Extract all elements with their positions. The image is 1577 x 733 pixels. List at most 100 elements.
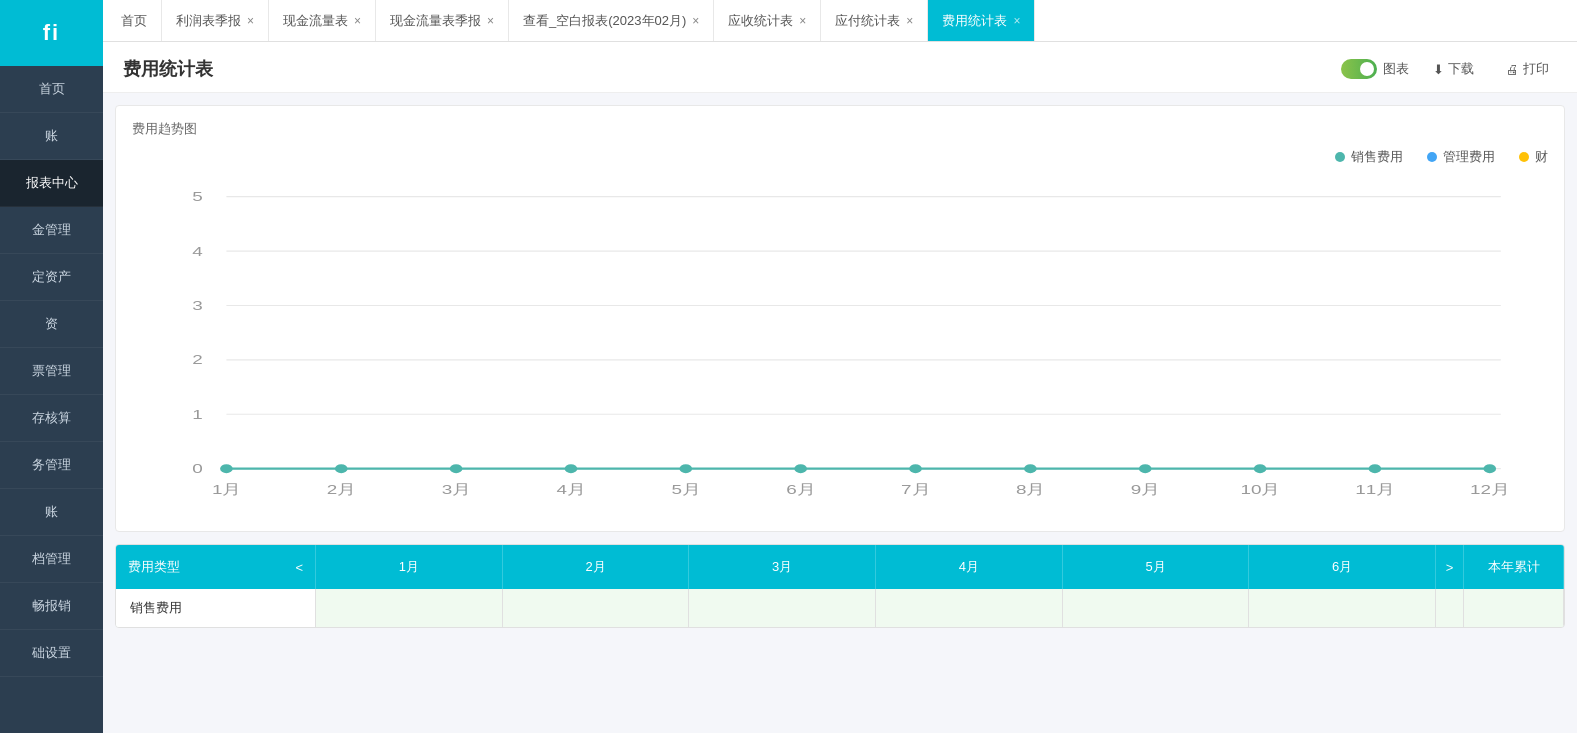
tab-receivable[interactable]: 应收统计表 × [714,0,821,41]
download-icon: ⬇ [1433,62,1444,77]
table-header-month1: 1月 [316,545,503,589]
svg-text:7月: 7月 [901,481,930,496]
sidebar-item-archive[interactable]: 档管理 [0,536,103,583]
table-header-month2: 2月 [503,545,690,589]
legend-finance: 财 [1519,148,1548,166]
svg-text:11月: 11月 [1355,481,1394,496]
chart-toggle[interactable] [1341,59,1377,79]
sidebar-item-investment[interactable]: 资 [0,301,103,348]
table-body: 销售费用 [116,589,1564,627]
logo: fi [0,0,103,66]
tab-close-cashflow-quarter[interactable]: × [487,14,494,28]
table-header-month4: 4月 [876,545,1063,589]
svg-point-27 [565,464,578,473]
tab-close-receivable[interactable]: × [799,14,806,28]
svg-text:9月: 9月 [1131,481,1160,496]
tab-close-expense-stats[interactable]: × [1013,14,1020,28]
table-nav-prev-icon[interactable]: < [295,560,303,575]
download-button[interactable]: ⬇ 下载 [1425,56,1482,82]
tab-cashflow[interactable]: 现金流量表 × [269,0,376,41]
data-table: 费用类型 < 1月 2月 3月 4月 5月 6月 > 本年累计 销售费用 [115,544,1565,628]
tab-close-cashflow[interactable]: × [354,14,361,28]
svg-text:5月: 5月 [671,481,700,496]
table-header-month6: 6月 [1249,545,1436,589]
table-header-month5: 5月 [1063,545,1250,589]
tab-profit-quarter[interactable]: 利润表季报 × [162,0,269,41]
sidebar-item-inventory[interactable]: 存核算 [0,395,103,442]
sidebar-item-services[interactable]: 务管理 [0,442,103,489]
svg-point-29 [794,464,807,473]
svg-text:2月: 2月 [327,481,356,496]
sidebar: fi 首页 账 报表中心 金管理 定资产 资 票管理 存核算 务管理 账 档管理… [0,0,103,733]
row-nav-spacer [1436,589,1464,627]
svg-text:4: 4 [192,243,203,258]
main-area: 首页 利润表季报 × 现金流量表 × 现金流量表季报 × 查看_空白报表(202… [103,0,1577,733]
svg-text:1: 1 [192,406,203,421]
svg-point-24 [220,464,233,473]
sidebar-item-account[interactable]: 账 [0,113,103,160]
svg-point-28 [680,464,693,473]
svg-point-34 [1369,464,1382,473]
sidebar-item-ledger[interactable]: 账 [0,489,103,536]
tab-blank-report[interactable]: 查看_空白报表(2023年02月) × [509,0,714,41]
chart-toggle-label: 图表 [1383,60,1409,78]
svg-text:3: 3 [192,298,203,313]
table-header: 费用类型 < 1月 2月 3月 4月 5月 6月 > 本年累计 [116,545,1564,589]
tab-home[interactable]: 首页 [107,0,162,41]
svg-point-35 [1483,464,1496,473]
header-actions: 图表 ⬇ 下载 🖨 打印 [1341,56,1557,82]
svg-text:1月: 1月 [212,481,241,496]
sidebar-item-cash[interactable]: 金管理 [0,207,103,254]
row-month1 [316,589,503,627]
svg-point-25 [335,464,348,473]
table-row: 销售费用 [116,589,1564,627]
page-header: 费用统计表 图表 ⬇ 下载 🖨 打印 [103,42,1577,93]
table-header-month3: 3月 [689,545,876,589]
row-month5 [1063,589,1250,627]
sidebar-item-settings[interactable]: 础设置 [0,630,103,677]
svg-text:4月: 4月 [557,481,586,496]
tab-cashflow-quarter[interactable]: 现金流量表季报 × [376,0,509,41]
sidebar-item-expense[interactable]: 畅报销 [0,583,103,630]
svg-text:10月: 10月 [1240,481,1279,496]
svg-point-31 [1024,464,1037,473]
tab-close-profit-quarter[interactable]: × [247,14,254,28]
tab-bar: 首页 利润表季报 × 现金流量表 × 现金流量表季报 × 查看_空白报表(202… [103,0,1577,42]
legend-dot-sales [1335,152,1345,162]
legend-admin: 管理费用 [1427,148,1495,166]
svg-text:8月: 8月 [1016,481,1045,496]
tab-expense-stats[interactable]: 费用统计表 × [928,0,1035,41]
svg-text:2: 2 [192,352,203,367]
svg-point-32 [1139,464,1152,473]
print-button[interactable]: 🖨 打印 [1498,56,1557,82]
content-area: 费用统计表 图表 ⬇ 下载 🖨 打印 费用趋势图 [103,42,1577,733]
page-title: 费用统计表 [123,57,213,81]
row-total [1464,589,1564,627]
sidebar-item-reports[interactable]: 报表中心 [0,160,103,207]
sidebar-item-home[interactable]: 首页 [0,66,103,113]
sidebar-item-assets[interactable]: 定资产 [0,254,103,301]
svg-point-26 [450,464,463,473]
table-nav-next[interactable]: > [1436,545,1464,589]
chart-toggle-wrapper: 图表 [1341,59,1409,79]
tab-payable[interactable]: 应付统计表 × [821,0,928,41]
tab-close-blank-report[interactable]: × [692,14,699,28]
sidebar-item-tickets[interactable]: 票管理 [0,348,103,395]
tab-close-payable[interactable]: × [906,14,913,28]
row-month3 [689,589,876,627]
svg-text:12月: 12月 [1470,481,1509,496]
legend-dot-admin [1427,152,1437,162]
legend-dot-finance [1519,152,1529,162]
print-icon: 🖨 [1506,62,1519,77]
legend-sales: 销售费用 [1335,148,1403,166]
svg-point-30 [909,464,922,473]
svg-text:0: 0 [192,461,203,476]
line-chart: 5 4 3 2 1 0 1月 [132,174,1548,514]
svg-text:3月: 3月 [442,481,471,496]
table-header-total: 本年累计 [1464,545,1564,589]
row-month6 [1249,589,1436,627]
svg-text:5: 5 [192,189,203,204]
row-month4 [876,589,1063,627]
row-month2 [503,589,690,627]
chart-legend: 销售费用 管理费用 财 [132,148,1548,166]
